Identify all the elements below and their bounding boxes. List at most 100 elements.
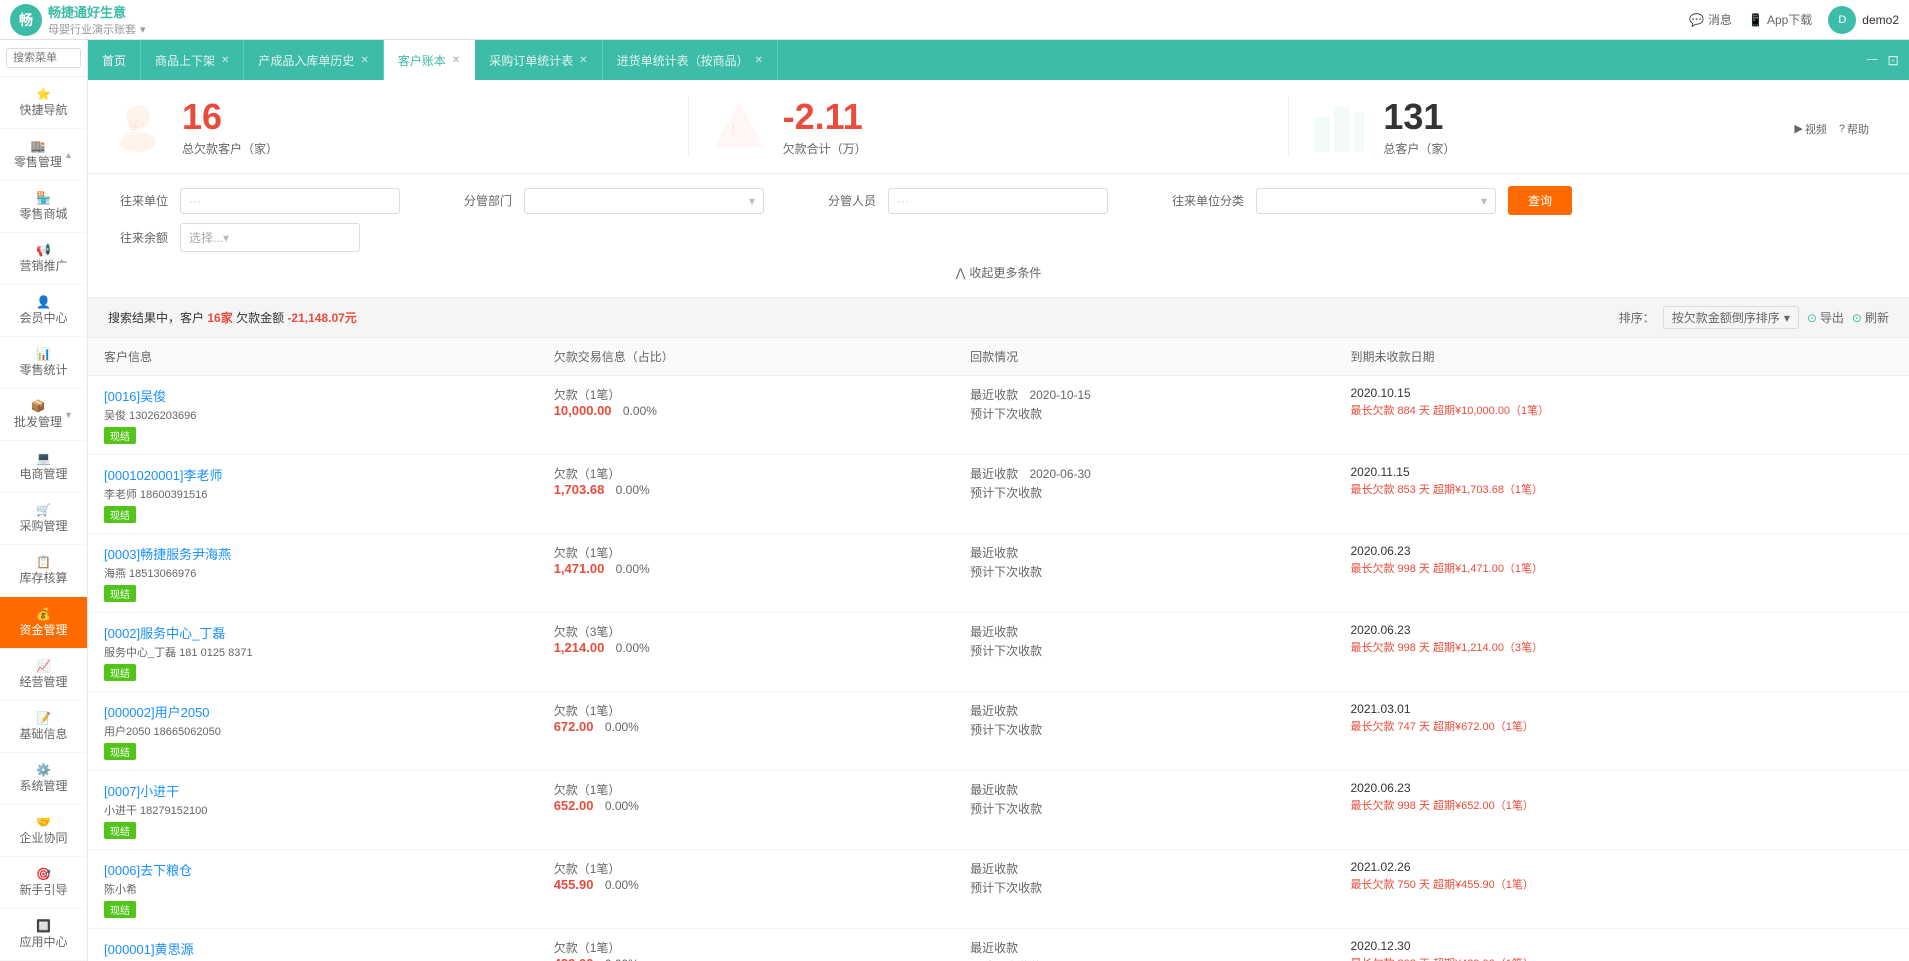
dropdown-arrow[interactable]: ▾ bbox=[140, 23, 146, 36]
sidebar-item-marketing[interactable]: 📢 营销推广 bbox=[0, 233, 87, 285]
collab-icon: 🤝 bbox=[0, 815, 87, 829]
overdue-link-3[interactable]: 超期¥1,214.00（3笔） bbox=[1433, 642, 1543, 654]
person-filter-label: 分管人员 bbox=[828, 192, 876, 209]
system-icon: ⚙️ bbox=[0, 763, 87, 777]
th-customer: 客户信息 bbox=[88, 338, 538, 376]
customer-name-2[interactable]: [0003]畅捷服务尹海燕 bbox=[104, 544, 522, 563]
sidebar-item-system[interactable]: ⚙️ 系统管理 bbox=[0, 753, 87, 805]
tab-close-purchase-stats[interactable]: ✕ bbox=[579, 55, 587, 66]
balance-filter-select[interactable]: 选择... ▾ bbox=[180, 223, 360, 252]
sidebar-item-guide[interactable]: 🎯 新手引导 bbox=[0, 857, 87, 909]
tab-purchase-product-stats[interactable]: 进货单统计表（按商品） ✕ bbox=[603, 40, 778, 80]
stat-icon-customers: ¥ bbox=[108, 97, 168, 157]
customer-name-0[interactable]: [0016]吴俊 bbox=[104, 386, 522, 405]
tab-home[interactable]: 首页 bbox=[88, 40, 141, 80]
overdue-link-4[interactable]: 超期¥672.00（1笔） bbox=[1433, 721, 1534, 733]
person-filter-input[interactable]: ··· bbox=[888, 188, 1108, 214]
debt-ratio-3: 0.00% bbox=[616, 641, 650, 655]
customer-type-select[interactable]: ▾ bbox=[1256, 188, 1496, 214]
dept-filter-select[interactable]: ▾ bbox=[524, 188, 764, 214]
overdue-link-6[interactable]: 超期¥455.90（1笔） bbox=[1433, 879, 1534, 891]
debt-amount-2: 1,471.00 bbox=[554, 561, 605, 576]
tabs-bar: 首页 商品上下架 ✕ 产成品入库单历史 ✕ 客户账本 ✕ 采购订单统计表 ✕ bbox=[88, 40, 1909, 80]
tab-close-customer-account[interactable]: ✕ bbox=[452, 55, 460, 66]
help-btn[interactable]: ? 帮助 bbox=[1839, 121, 1869, 137]
customer-name-1[interactable]: [0001020001]李老师 bbox=[104, 465, 522, 484]
overdue-link-1[interactable]: 超期¥1,703.68（1笔） bbox=[1433, 484, 1543, 496]
cell-customer-1: [0001020001]李老师 李老师 18600391516 现结 bbox=[88, 455, 538, 534]
collapse-btn[interactable]: ⋀ 收起更多条件 bbox=[108, 260, 1889, 285]
overdue-link-2[interactable]: 超期¥1,471.00（1笔） bbox=[1433, 563, 1543, 575]
app-download-btn[interactable]: 📱 App下载 bbox=[1748, 11, 1812, 28]
marketing-label: 营销推广 bbox=[0, 257, 87, 274]
sidebar-item-retail-mgmt[interactable]: 🏬 零售管理 ▲ bbox=[0, 129, 87, 181]
refresh-btn[interactable]: ⊙ 刷新 bbox=[1852, 309, 1889, 326]
customer-name-7[interactable]: [000001]黄思源 bbox=[104, 939, 522, 958]
sidebar-item-quick-nav[interactable]: ⭐ 快捷导航 bbox=[0, 77, 87, 129]
table-row: [0003]畅捷服务尹海燕 海燕 18513066976 现结 欠款（1笔） 1… bbox=[88, 534, 1909, 613]
debt-amount-row-7: 429.00 0.00% bbox=[554, 956, 859, 961]
tab-minimize-btn[interactable]: － bbox=[1865, 50, 1879, 70]
stat-debit-customers: ¥ 16 总欠款客户（家） bbox=[108, 96, 689, 157]
cell-debt-count-0: 欠款（1笔） 10,000.00 0.00% bbox=[538, 376, 875, 455]
balance-filter-label: 往来余额 bbox=[108, 229, 168, 246]
top-bar: 畅 畅捷通好生意 母婴行业演示账套 ▾ 💬 消息 📱 App下载 D demo2 bbox=[0, 0, 1909, 40]
message-btn[interactable]: 💬 消息 bbox=[1689, 11, 1732, 28]
user-area[interactable]: D demo2 bbox=[1828, 6, 1899, 34]
table-row: [0002]服务中心_丁磊 服务中心_丁磊 181 0125 8371 现结 欠… bbox=[88, 613, 1909, 692]
sidebar-item-app-center[interactable]: 🔲 应用中心 bbox=[0, 909, 87, 961]
sidebar-item-member[interactable]: 👤 会员中心 bbox=[0, 285, 87, 337]
debt-amount-0: 10,000.00 bbox=[554, 403, 612, 418]
retail-mgmt-arrow: ▲ bbox=[64, 150, 73, 160]
stat-icon-total bbox=[1309, 97, 1369, 157]
sidebar-item-basic-info[interactable]: 📝 基础信息 bbox=[0, 701, 87, 753]
cell-ratio-0 bbox=[874, 376, 954, 455]
collab-label: 企业协同 bbox=[0, 829, 87, 846]
cell-debt-count-1: 欠款（1笔） 1,703.68 0.00% bbox=[538, 455, 875, 534]
query-button[interactable]: 查询 bbox=[1508, 186, 1572, 215]
overdue-link-5[interactable]: 超期¥652.00（1笔） bbox=[1433, 800, 1534, 812]
results-info: 搜索结果中，客户 16家 欠款金额 -21,148.07元 bbox=[108, 309, 357, 326]
search-input[interactable] bbox=[6, 48, 81, 68]
tab-close-purchase-product-stats[interactable]: ✕ bbox=[755, 55, 763, 66]
customer-badge-6: 现结 bbox=[104, 901, 136, 918]
cell-payment-5: 最近收款 预计下次收款 bbox=[954, 771, 1334, 850]
logo-area: 畅 畅捷通好生意 母婴行业演示账套 ▾ bbox=[10, 2, 146, 37]
customer-name-5[interactable]: [0007]小进干 bbox=[104, 781, 522, 800]
quick-nav-label: 快捷导航 bbox=[0, 101, 87, 118]
sidebar-item-retail-stats[interactable]: 📊 零售统计 bbox=[0, 337, 87, 389]
cell-due-3: 2020.06.23 最长欠款 998 天 超期¥1,214.00（3笔） bbox=[1334, 613, 1909, 692]
tab-maximize-btn[interactable]: ⊡ bbox=[1887, 52, 1899, 69]
sidebar-item-wholesale[interactable]: 📦 批发管理 ▼ bbox=[0, 389, 87, 441]
tab-close-product-history[interactable]: ✕ bbox=[360, 55, 368, 66]
sidebar-item-collab[interactable]: 🤝 企业协同 bbox=[0, 805, 87, 857]
app-center-label: 应用中心 bbox=[0, 933, 87, 950]
customer-filter-input[interactable]: ··· bbox=[180, 188, 400, 214]
video-btn[interactable]: ▶ 视频 bbox=[1794, 121, 1826, 137]
overdue-link-0[interactable]: 超期¥10,000.00（1笔） bbox=[1433, 405, 1549, 417]
sort-select[interactable]: 按欠款金额倒序排序 ▾ bbox=[1663, 306, 1799, 329]
customer-name-4[interactable]: [000002]用户2050 bbox=[104, 702, 522, 721]
sidebar-item-purchase[interactable]: 🛒 采购管理 bbox=[0, 493, 87, 545]
sidebar-item-inventory[interactable]: 📋 库存核算 bbox=[0, 545, 87, 597]
tab-product-history[interactable]: 产成品入库单历史 ✕ bbox=[244, 40, 383, 80]
sidebar-item-retail-mall[interactable]: 🏪 零售商城 bbox=[0, 181, 87, 233]
sidebar-item-finance[interactable]: 💰 资金管理 bbox=[0, 597, 87, 649]
marketing-icon: 📢 bbox=[0, 243, 87, 257]
tab-close-product-listing[interactable]: ✕ bbox=[221, 55, 229, 66]
tab-purchase-stats[interactable]: 采购订单统计表 ✕ bbox=[475, 40, 602, 80]
customer-type-arrow: ▾ bbox=[1481, 194, 1487, 208]
stat-total-customers: 131 总客户（家） ▶ 视频 ? 帮助 bbox=[1289, 96, 1889, 157]
debt-count-0: 欠款（1笔） bbox=[554, 386, 859, 403]
sub-text-area: 母婴行业演示账套 ▾ bbox=[48, 21, 146, 37]
tab-customer-account[interactable]: 客户账本 ✕ bbox=[384, 40, 475, 80]
data-table: 客户信息 欠款交易信息（占比） 回款情况 到期未收款日期 [0016]吴俊 吴俊… bbox=[88, 338, 1909, 961]
main-content: ¥ 16 总欠款客户（家） ! bbox=[88, 80, 1909, 961]
sidebar-item-ecommerce[interactable]: 💻 电商管理 bbox=[0, 441, 87, 493]
sidebar-item-operations[interactable]: 📈 经营管理 bbox=[0, 649, 87, 701]
customer-name-3[interactable]: [0002]服务中心_丁磊 bbox=[104, 623, 522, 642]
customer-name-6[interactable]: [0006]去下粮仓 bbox=[104, 860, 522, 879]
tab-product-listing[interactable]: 商品上下架 ✕ bbox=[141, 40, 244, 80]
export-btn[interactable]: ⊙ 导出 bbox=[1807, 309, 1844, 326]
th-due-date: 到期未收款日期 bbox=[1334, 338, 1909, 376]
